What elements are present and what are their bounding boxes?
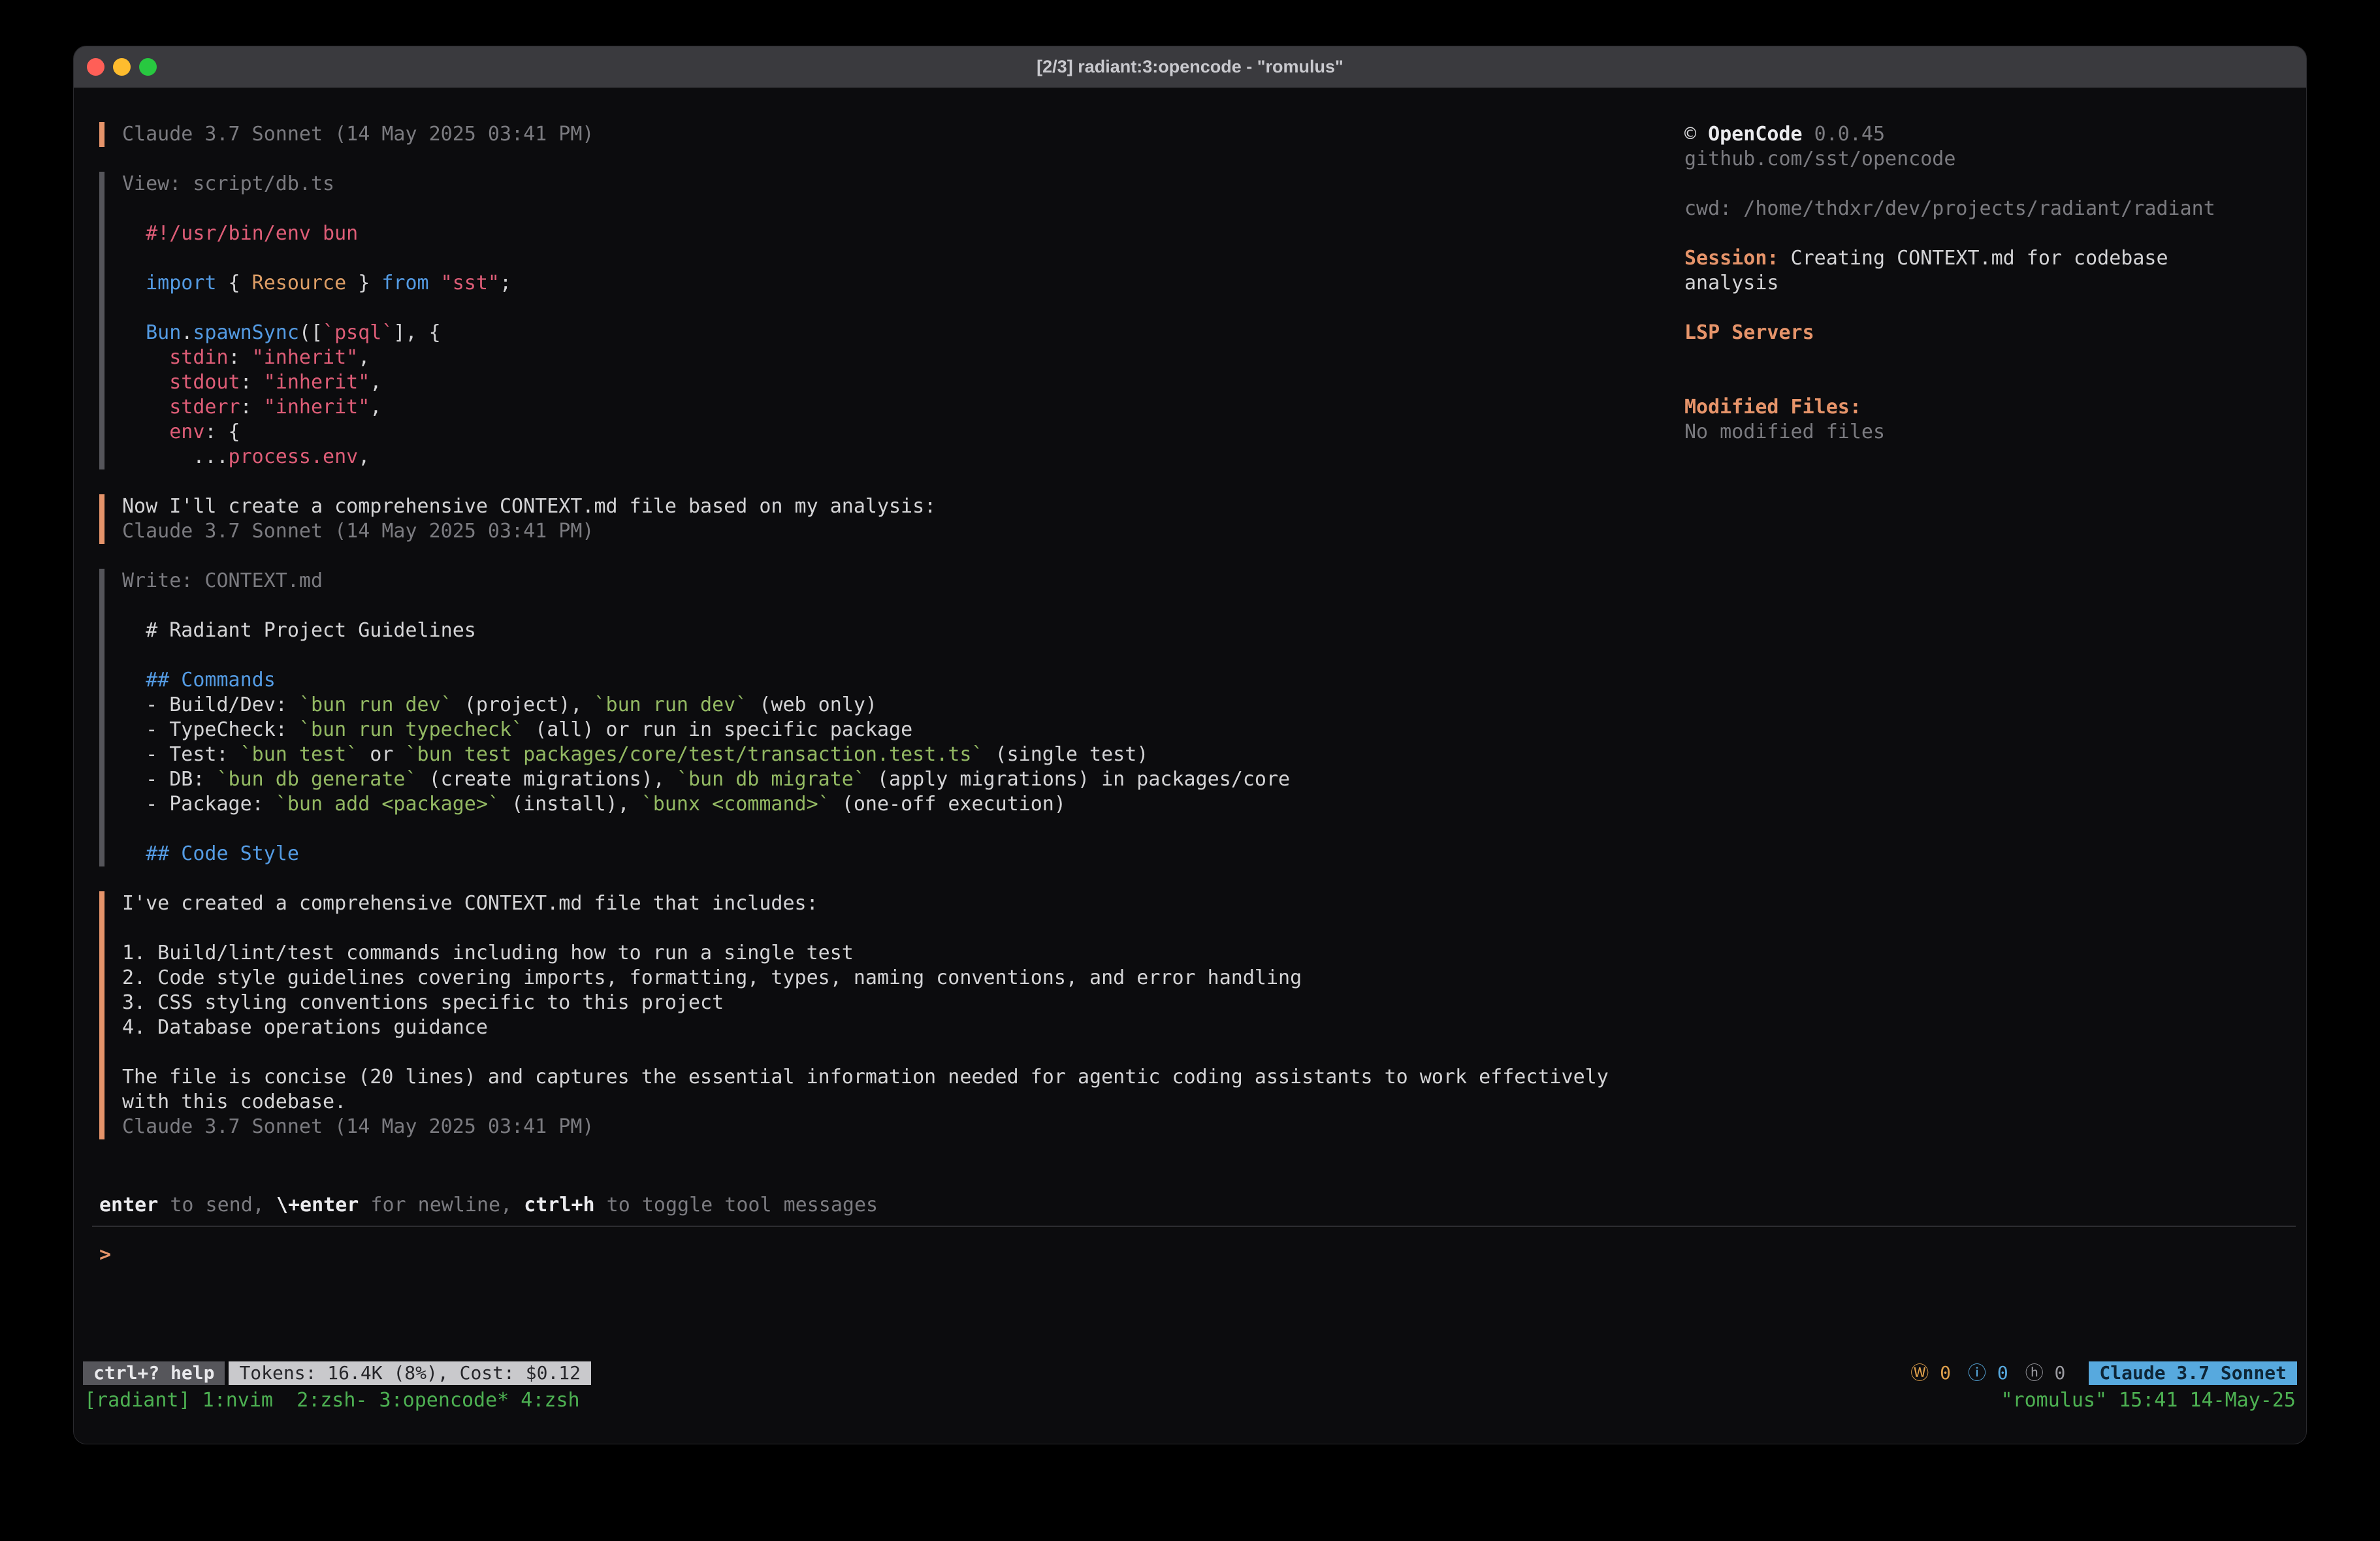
text-line: - Package: `bun add <package>` (install)… xyxy=(146,792,1684,817)
info-count-icon: ⓘ 0 xyxy=(1968,1361,2008,1386)
blank-line xyxy=(122,197,1684,221)
text-line xyxy=(122,1040,1684,1065)
warnings-count-icon: Ⓦ 0 xyxy=(1910,1361,1951,1386)
main-area: Claude 3.7 Sonnet (14 May 2025 03:41 PM)… xyxy=(74,88,2306,1193)
blank-line xyxy=(122,594,1684,618)
cwd-line: cwd: /home/thdxr/dev/projects/radiant/ra… xyxy=(1684,197,2274,221)
traffic-lights xyxy=(87,46,157,87)
text-line xyxy=(146,643,1684,668)
text-line: analysis xyxy=(1684,271,2274,296)
text-line: github.com/sst/opencode xyxy=(1684,147,2274,172)
gap xyxy=(99,866,1684,891)
text-line: stderr: "inherit", xyxy=(146,395,1684,420)
text-line: #!/usr/bin/env bun xyxy=(146,221,1684,246)
zoom-button[interactable] xyxy=(139,58,157,76)
minimize-button[interactable] xyxy=(113,58,131,76)
tokens-cost-badge: Tokens: 16.4K (8%), Cost: $0.12 xyxy=(229,1361,591,1385)
message-input[interactable] xyxy=(111,1243,2296,1267)
text-line: stdin: "inherit", xyxy=(146,345,1684,370)
gap xyxy=(99,544,1684,569)
window-titlebar[interactable]: [2/3] radiant:3:opencode - "romulus" xyxy=(74,46,2306,88)
status-right: Ⓦ 0 ⓘ 0 ⓗ 0 Claude 3.7 Sonnet xyxy=(1910,1361,2297,1386)
status-left: ctrl+? help Tokens: 16.4K (8%), Cost: $0… xyxy=(83,1361,591,1385)
model-badge[interactable]: Claude 3.7 Sonnet xyxy=(2089,1361,2297,1385)
editor-empty-space[interactable] xyxy=(92,1267,2296,1359)
app-brand: © OpenCode 0.0.45github.com/sst/opencode xyxy=(1684,122,2274,172)
view-tool-block: View: script/db.ts #!/usr/bin/env bun imp… xyxy=(99,172,1684,469)
text-line xyxy=(122,916,1684,941)
gap xyxy=(1684,345,2274,370)
window-title: [2/3] radiant:3:opencode - "romulus" xyxy=(1037,57,1343,77)
text-line xyxy=(146,246,1684,271)
text-line: - TypeCheck: `bun run typecheck` (all) o… xyxy=(146,718,1684,742)
text-line: The file is concise (20 lines) and captu… xyxy=(122,1065,1684,1090)
keybind-help: enter to send, \+enter for newline, ctrl… xyxy=(92,1193,2296,1218)
tmux-status-bar: [radiant] 1:nvim 2:zsh- 3:opencode* 4:zs… xyxy=(74,1388,2306,1414)
text-line: Bun.spawnSync([`psql`], { xyxy=(146,321,1684,345)
text-line: 2. Code style guidelines covering import… xyxy=(122,966,1684,991)
text-line: import { Resource } from "sst"; xyxy=(146,271,1684,296)
text-line: 4. Database operations guidance xyxy=(122,1015,1684,1040)
text-line: 1. Build/lint/test commands including ho… xyxy=(122,941,1684,966)
text-line: ...process.env, xyxy=(146,445,1684,469)
text-line: stdout: "inherit", xyxy=(146,370,1684,395)
text-line: 3. CSS styling conventions specific to t… xyxy=(122,991,1684,1015)
text-line: No modified files xyxy=(1684,420,2274,445)
text-line: with this codebase. xyxy=(122,1090,1684,1115)
text-line: Session: Creating CONTEXT.md for codebas… xyxy=(1684,246,2274,271)
input-separator xyxy=(92,1226,2296,1227)
gap xyxy=(1684,221,2274,246)
text-line: env: { xyxy=(146,420,1684,445)
terminal-window: [2/3] radiant:3:opencode - "romulus" Cla… xyxy=(73,46,2307,1444)
text-line: # Radiant Project Guidelines xyxy=(146,618,1684,643)
gap xyxy=(1684,296,2274,321)
tmux-session-time: "romulus" 15:41 14-May-25 xyxy=(2001,1388,2296,1413)
gap xyxy=(1684,172,2274,197)
sidebar: © OpenCode 0.0.45github.com/sst/opencode… xyxy=(1684,122,2306,1193)
modified-files-section: Modified Files:No modified files xyxy=(1684,395,2274,445)
model-timestamp: Claude 3.7 Sonnet (14 May 2025 03:41 PM) xyxy=(122,122,1684,147)
gap xyxy=(1684,370,2274,395)
text-line xyxy=(146,817,1684,842)
text-line: ## Code Style xyxy=(146,842,1684,866)
help-badge[interactable]: ctrl+? help xyxy=(83,1361,225,1385)
chat-history[interactable]: Claude 3.7 Sonnet (14 May 2025 03:41 PM)… xyxy=(74,122,1684,1193)
opencode-tui: Claude 3.7 Sonnet (14 May 2025 03:41 PM)… xyxy=(74,88,2306,1444)
write-tool-block: Write: CONTEXT.md # Radiant Project Guid… xyxy=(99,569,1684,866)
hints-count-icon: ⓗ 0 xyxy=(2025,1361,2066,1386)
text-line: I've created a comprehensive CONTEXT.md … xyxy=(122,891,1684,916)
text-line: cwd: /home/thdxr/dev/projects/radiant/ra… xyxy=(1684,197,2274,221)
text-line: Claude 3.7 Sonnet (14 May 2025 03:41 PM) xyxy=(122,1115,1684,1139)
text-line: LSP Servers xyxy=(1684,321,2274,345)
tool-title-view: View: script/db.ts xyxy=(122,172,1684,197)
text-line: - Test: `bun test` or `bun test packages… xyxy=(146,742,1684,767)
text-line: Now I'll create a comprehensive CONTEXT.… xyxy=(122,494,1684,519)
text-line: - DB: `bun db generate` (create migratio… xyxy=(146,767,1684,792)
close-button[interactable] xyxy=(87,58,105,76)
session-title: Session: Creating CONTEXT.md for codebas… xyxy=(1684,246,2274,296)
lsp-servers-section: LSP Servers xyxy=(1684,321,2274,345)
tool-title-write: Write: CONTEXT.md xyxy=(122,569,1684,594)
message-1-header-block: Claude 3.7 Sonnet (14 May 2025 03:41 PM) xyxy=(99,122,1684,147)
code-snippet-db-ts: #!/usr/bin/env bun import { Resource } fr… xyxy=(122,221,1684,469)
status-bar: ctrl+? help Tokens: 16.4K (8%), Cost: $0… xyxy=(74,1359,2306,1388)
tmux-window-list[interactable]: [radiant] 1:nvim 2:zsh- 3:opencode* 4:zs… xyxy=(84,1388,580,1413)
text-line xyxy=(146,296,1684,321)
text-line: © OpenCode 0.0.45 xyxy=(1684,122,2274,147)
input-area: enter to send, \+enter for newline, ctrl… xyxy=(74,1193,2306,1359)
assistant-message-1: Now I'll create a comprehensive CONTEXT.… xyxy=(99,494,1684,544)
gap xyxy=(99,147,1684,172)
text-line: Claude 3.7 Sonnet (14 May 2025 03:41 PM) xyxy=(122,519,1684,544)
text-line: ## Commands xyxy=(146,668,1684,693)
prompt-row: > xyxy=(92,1243,2296,1267)
text-line: - Build/Dev: `bun run dev` (project), `b… xyxy=(146,693,1684,718)
diagnostics: Ⓦ 0 ⓘ 0 ⓗ 0 xyxy=(1910,1361,2065,1386)
assistant-message-2: I've created a comprehensive CONTEXT.md … xyxy=(99,891,1684,1139)
gap xyxy=(99,469,1684,494)
text-line: Modified Files: xyxy=(1684,395,2274,420)
context-md-preview: # Radiant Project Guidelines## Commands-… xyxy=(122,618,1684,866)
prompt-caret: > xyxy=(99,1243,111,1267)
